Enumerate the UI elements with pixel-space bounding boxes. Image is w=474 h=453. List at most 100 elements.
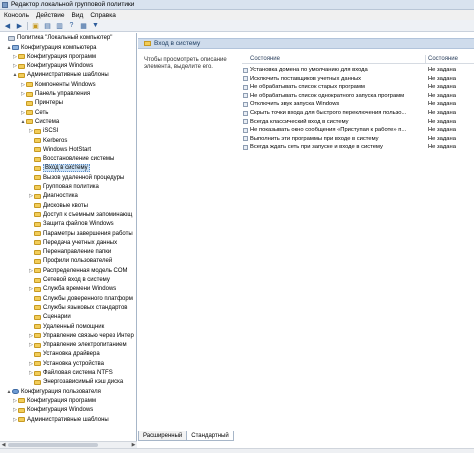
tree-item[interactable]: ▷ Конфигурация программ [12, 53, 96, 62]
window-title: Редактор локальной групповой политики [11, 1, 135, 8]
policy-icon [8, 35, 15, 41]
description-text: Чтобы просмотреть описание элемента, выд… [144, 57, 227, 70]
folder-icon [34, 379, 41, 385]
tree-item[interactable]: Дисковые квоты [28, 201, 88, 210]
arrow-left-icon[interactable]: ◀ [3, 21, 12, 30]
menu-help[interactable]: Справка [90, 12, 116, 19]
tree-item-label: Система [35, 118, 60, 125]
folder-up-icon[interactable]: ▣ [31, 21, 40, 30]
tree-item[interactable]: ▷ Административные шаблоны [12, 415, 109, 424]
folder-icon [34, 156, 41, 162]
setting-state: Не задана [428, 101, 456, 108]
tree-item[interactable]: Энергозависимый кэш диска [28, 378, 123, 387]
tree-item[interactable]: Kerberos [28, 136, 67, 145]
list-item[interactable]: Не показывать окно сообщения «Приступая … [242, 126, 474, 134]
horizontal-scrollbar[interactable]: ◀ ▶ [0, 441, 137, 448]
arrow-right-icon[interactable]: ▶ [15, 21, 24, 30]
tree-item[interactable]: ▷ Панель управления [20, 90, 90, 99]
tree-item[interactable]: ▷ Управление связью через Интер [28, 332, 134, 341]
column-divider[interactable] [425, 55, 426, 63]
tab-extended[interactable]: Расширенный [138, 431, 188, 441]
tree-item[interactable]: ▷ Управление электропитанием [28, 341, 127, 350]
computer-icon [12, 45, 19, 51]
tree-item[interactable]: Службы доверенного платформ [28, 294, 133, 303]
tree-item[interactable]: Сетевой вход в систему [28, 276, 110, 285]
list-item[interactable]: Выполнить эти программы при входе в сист… [242, 135, 474, 143]
list-item[interactable]: Не обрабатывать список однократного запу… [242, 92, 474, 100]
folder-icon [34, 258, 41, 264]
column-header-state[interactable]: Состояние [428, 56, 458, 62]
tree-item[interactable]: Установка драйвера [28, 350, 100, 359]
menu-console[interactable]: Консоль [4, 12, 29, 19]
tree-item[interactable]: ▲ Административные шаблоны [12, 71, 109, 80]
folder-icon [34, 175, 41, 181]
tree-item-label: Kerberos [43, 137, 68, 144]
tree-item[interactable]: ▷ Компоненты Windows [20, 81, 96, 90]
menu-bar: Консоль Действие Вид Справка [0, 10, 474, 20]
properties-icon[interactable]: ▦ [79, 21, 88, 30]
tree-item[interactable]: Удаленный помощник [28, 322, 104, 331]
menu-action[interactable]: Действие [36, 12, 65, 19]
tree-item[interactable]: ▷ Служба времени Windows [28, 285, 116, 294]
list-item[interactable]: Установка домена по умолчанию для входа Н… [242, 66, 474, 74]
tree-item[interactable]: Windows HotStart [28, 146, 91, 155]
tree-item[interactable]: ▷ iSCSI [28, 127, 58, 136]
list-item[interactable]: Отключить звук запуска Windows Не задана [242, 100, 474, 108]
tree-toggle-icon[interactable]: ▤ [43, 21, 52, 30]
tree-item-label: Доступ к съемным запоминающ [43, 211, 133, 218]
tree-item[interactable]: Доступ к съемным запоминающ [28, 211, 132, 220]
tree-item[interactable]: Защита файлов Windows [28, 220, 114, 229]
list-item[interactable]: Всегда классический вход в систему Не зад… [242, 118, 474, 126]
tree-item[interactable]: Профили пользователей [28, 257, 112, 266]
folder-icon [34, 221, 41, 227]
tree-item[interactable]: Сценарии [28, 313, 71, 322]
tree-item-label: Сценарии [43, 314, 71, 321]
navigation-tree[interactable]: Политика "Локальный компьютер" ▲ Конфигура… [0, 33, 137, 441]
tree-item[interactable]: Службы языковых стандартов [28, 304, 128, 313]
tree-item[interactable]: ▲ Система [20, 118, 60, 127]
scroll-thumb[interactable] [8, 443, 98, 447]
setting-name: Установка домена по умолчанию для входа [250, 67, 368, 74]
tree-item[interactable]: Передача учетных данных [28, 239, 117, 248]
tree-item[interactable]: Принтеры [20, 99, 63, 108]
app-icon [2, 1, 8, 8]
tree-item-label: Конфигурация пользователя [21, 388, 101, 395]
tree-item[interactable]: Групповая политика [28, 183, 99, 192]
folder-icon [34, 314, 41, 320]
list-item[interactable]: Исключить поставщиков учетных данных Не з… [242, 75, 474, 83]
tree-item[interactable]: Политика "Локальный компьютер" [2, 34, 112, 43]
tree-item[interactable]: ▷ Конфигурация программ [12, 397, 96, 406]
tree-item[interactable]: ▷ Конфигурация Windows [12, 62, 93, 71]
tree-item[interactable]: ▷ Распределенная модель COM [28, 267, 128, 276]
tree-item[interactable]: Восстановление системы [28, 155, 114, 164]
tree-item[interactable]: ▷ Установка устройства [28, 360, 104, 369]
menu-view[interactable]: Вид [72, 12, 84, 19]
export-list-icon[interactable]: ▥ [55, 21, 64, 30]
tree-item-label: Передача учетных данных [43, 239, 118, 246]
tree-item[interactable]: ▷ Сеть [20, 108, 48, 117]
filter-icon[interactable]: ▼ [91, 21, 100, 30]
section-title: Вход в систему [154, 40, 201, 47]
column-header-name[interactable]: Состояние [250, 56, 280, 62]
tree-item[interactable]: Параметры завершения работы [28, 229, 133, 238]
tree-item[interactable]: Перенаправление папки [28, 248, 111, 257]
tree-item[interactable]: ▲ Конфигурация пользователя [6, 387, 101, 396]
folder-icon [34, 193, 41, 199]
tree-item[interactable]: Вход в систему [28, 164, 90, 173]
tree-item[interactable]: Вызов удаленной процедуры [28, 174, 124, 183]
tree-item-label: Энергозависимый кэш диска [43, 379, 124, 386]
tree-item-label: Принтеры [35, 100, 63, 107]
tree-item[interactable]: ▷ Конфигурация Windows [12, 406, 93, 415]
list-item[interactable]: Скрыть точки входа для быстрого переключ… [242, 109, 474, 117]
setting-state: Не задана [428, 118, 456, 125]
help-icon[interactable]: ? [67, 21, 76, 30]
tree-item[interactable]: ▷ Диагностика [28, 192, 78, 201]
list-item[interactable]: Всегда ждать сеть при запуске и входе в … [242, 143, 474, 151]
tree-item[interactable]: ▲ Конфигурация компьютера [6, 43, 97, 52]
folder-icon [34, 165, 41, 171]
list-item[interactable]: Не обрабатывать список старых программ Не… [242, 83, 474, 91]
tree-item[interactable]: ▷ Файловая система NTFS [28, 369, 113, 378]
tab-standard[interactable]: Стандартный [186, 431, 234, 441]
folder-icon [34, 203, 41, 209]
tree-item-label: Управление связью через Интер [43, 332, 134, 339]
